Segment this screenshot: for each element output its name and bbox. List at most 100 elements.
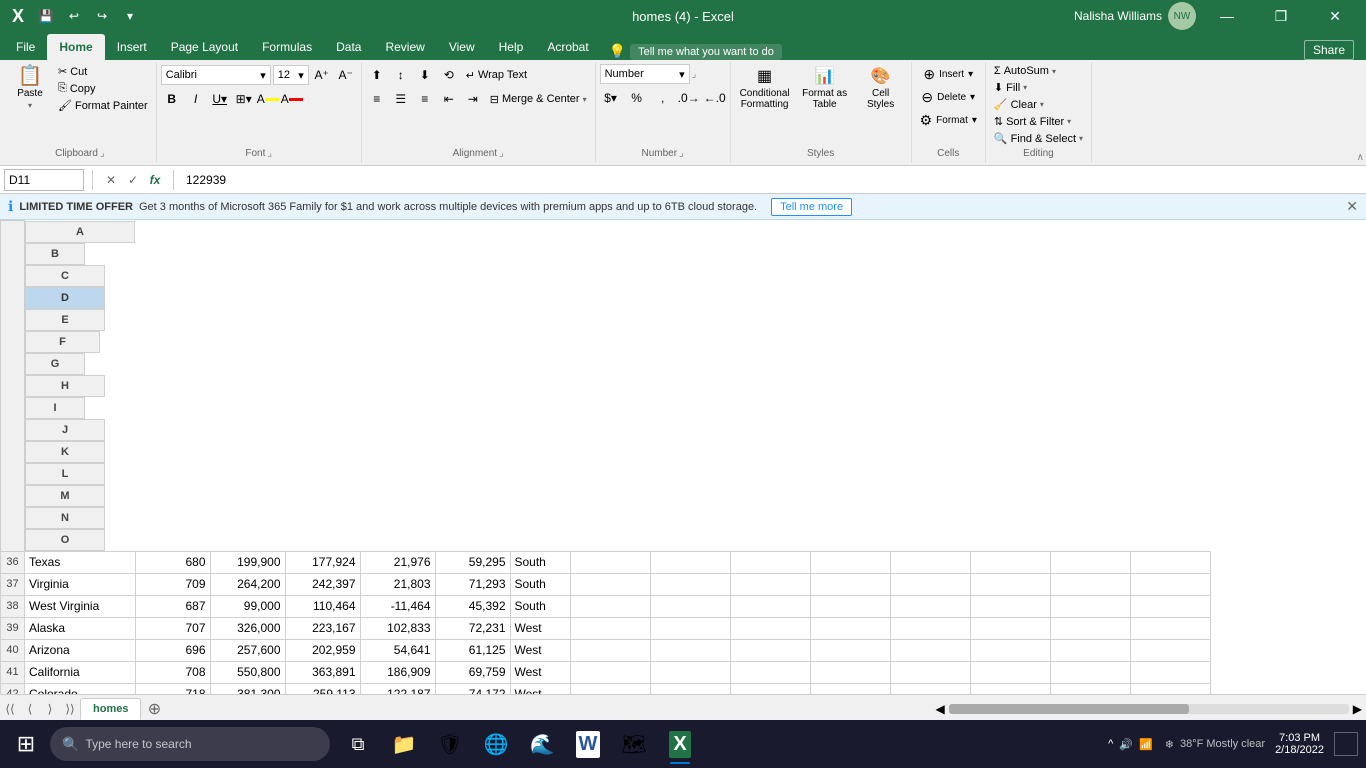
cell-o[interactable]: [1130, 617, 1210, 639]
show-desktop-btn[interactable]: [1334, 732, 1358, 756]
taskbar-excel[interactable]: X: [658, 722, 702, 766]
ribbon-collapse-btn[interactable]: ∧: [1357, 152, 1364, 163]
cell-d[interactable]: 223,167: [285, 617, 360, 639]
save-btn[interactable]: 💾: [34, 4, 58, 28]
increase-decimal-btn[interactable]: ←.0: [704, 87, 726, 109]
tab-view[interactable]: View: [437, 34, 487, 60]
cell-c[interactable]: 99,000: [210, 595, 285, 617]
sys-tray[interactable]: ^ 🔊 📶: [1100, 734, 1161, 755]
cell-m[interactable]: [970, 639, 1050, 661]
cell-l[interactable]: [890, 661, 970, 683]
cell-e[interactable]: 122,187: [360, 683, 435, 694]
row-number[interactable]: 40: [1, 639, 25, 661]
cell-c[interactable]: 550,800: [210, 661, 285, 683]
align-center-btn[interactable]: ☰: [390, 88, 412, 110]
cell-m[interactable]: [970, 661, 1050, 683]
autosum-btn[interactable]: ΣAutoSum▾: [990, 64, 1087, 78]
col-header-j[interactable]: J: [25, 419, 105, 441]
cell-j[interactable]: [730, 551, 810, 573]
sheet-nav-first-btn[interactable]: ⟨⟨: [0, 699, 20, 719]
col-header-a[interactable]: A: [25, 221, 135, 243]
row-number[interactable]: 42: [1, 683, 25, 694]
cell-k[interactable]: [810, 617, 890, 639]
cell-n[interactable]: [1050, 573, 1130, 595]
row-number[interactable]: 36: [1, 551, 25, 573]
currency-btn[interactable]: $▾: [600, 87, 622, 109]
insert-cells-btn[interactable]: ⊕Insert▾: [916, 64, 981, 85]
cell-n[interactable]: [1050, 683, 1130, 694]
cell-h[interactable]: [570, 661, 650, 683]
wrap-text-btn[interactable]: ↵ Wrap Text: [462, 64, 531, 86]
text-direction-btn[interactable]: ⟲: [438, 64, 460, 86]
user-area[interactable]: Nalisha Williams NW: [1074, 2, 1196, 30]
cell-l[interactable]: [890, 683, 970, 694]
cell-d[interactable]: 259,113: [285, 683, 360, 694]
cell-h[interactable]: [570, 683, 650, 694]
font-shrink-btn[interactable]: A⁻: [335, 64, 357, 86]
row-number[interactable]: 37: [1, 573, 25, 595]
cell-f[interactable]: 59,295: [435, 551, 510, 573]
tell-me-more-btn[interactable]: Tell me more: [771, 198, 852, 216]
grid-scroll-area[interactable]: A B C D E F G H I J K L M N O 3: [0, 220, 1366, 694]
cell-b[interactable]: 687: [135, 595, 210, 617]
bold-btn[interactable]: B: [161, 88, 183, 110]
clear-btn[interactable]: 🧹Clear▾: [990, 97, 1087, 112]
taskbar-chrome[interactable]: 🌐: [474, 722, 518, 766]
find-select-btn[interactable]: 🔍Find & Select▾: [990, 131, 1087, 146]
cell-l[interactable]: [890, 551, 970, 573]
cell-d[interactable]: 177,924: [285, 551, 360, 573]
font-size-dropdown[interactable]: 12 ▾: [273, 65, 309, 85]
cell-i[interactable]: [650, 573, 730, 595]
confirm-formula-btn[interactable]: ✓: [123, 170, 143, 190]
cell-a[interactable]: West Virginia: [25, 595, 136, 617]
cell-h[interactable]: [570, 595, 650, 617]
delete-cells-btn[interactable]: ⊖Delete▾: [916, 87, 981, 108]
align-left-btn[interactable]: ≡: [366, 88, 388, 110]
cell-l[interactable]: [890, 639, 970, 661]
sheet-tab-homes[interactable]: homes: [80, 698, 141, 720]
col-header-n[interactable]: N: [25, 507, 105, 529]
cell-a[interactable]: Arizona: [25, 639, 136, 661]
cell-i[interactable]: [650, 661, 730, 683]
cell-e[interactable]: -11,464: [360, 595, 435, 617]
cell-l[interactable]: [890, 573, 970, 595]
cell-c[interactable]: 264,200: [210, 573, 285, 595]
cell-f[interactable]: 61,125: [435, 639, 510, 661]
cell-d[interactable]: 242,397: [285, 573, 360, 595]
col-header-c[interactable]: C: [25, 265, 105, 287]
cell-i[interactable]: [650, 551, 730, 573]
cell-k[interactable]: [810, 683, 890, 694]
cell-j[interactable]: [730, 683, 810, 694]
cell-c[interactable]: 199,900: [210, 551, 285, 573]
cell-n[interactable]: [1050, 551, 1130, 573]
cell-f[interactable]: 72,231: [435, 617, 510, 639]
cell-a[interactable]: Texas: [25, 551, 136, 573]
tell-me-field[interactable]: Tell me what you want to do: [630, 44, 782, 60]
tab-formulas[interactable]: Formulas: [250, 34, 324, 60]
col-header-i[interactable]: I: [25, 397, 85, 419]
row-number[interactable]: 41: [1, 661, 25, 683]
cell-b[interactable]: 707: [135, 617, 210, 639]
cell-c[interactable]: 257,600: [210, 639, 285, 661]
scroll-left-btn[interactable]: ◀: [936, 702, 945, 716]
minimize-btn[interactable]: —: [1204, 0, 1250, 32]
paste-btn[interactable]: 📋 Paste ▾: [8, 64, 52, 112]
cell-i[interactable]: [650, 683, 730, 694]
col-header-b[interactable]: B: [25, 243, 85, 265]
col-header-d[interactable]: D: [25, 287, 105, 309]
add-sheet-btn[interactable]: ⊕: [143, 698, 165, 720]
underline-btn[interactable]: U▾: [209, 88, 231, 110]
align-top-btn[interactable]: ⬆: [366, 64, 388, 86]
cell-n[interactable]: [1050, 617, 1130, 639]
italic-btn[interactable]: I: [185, 88, 207, 110]
cell-j[interactable]: [730, 617, 810, 639]
cell-b[interactable]: 680: [135, 551, 210, 573]
taskbar-file-explorer[interactable]: 📁: [382, 722, 426, 766]
cell-i[interactable]: [650, 639, 730, 661]
formula-input[interactable]: [182, 169, 1362, 191]
tab-insert[interactable]: Insert: [105, 34, 159, 60]
format-cells-btn[interactable]: ⚙Format▾: [916, 110, 981, 131]
cell-n[interactable]: [1050, 595, 1130, 617]
cell-g[interactable]: South: [510, 595, 570, 617]
cell-h[interactable]: [570, 639, 650, 661]
